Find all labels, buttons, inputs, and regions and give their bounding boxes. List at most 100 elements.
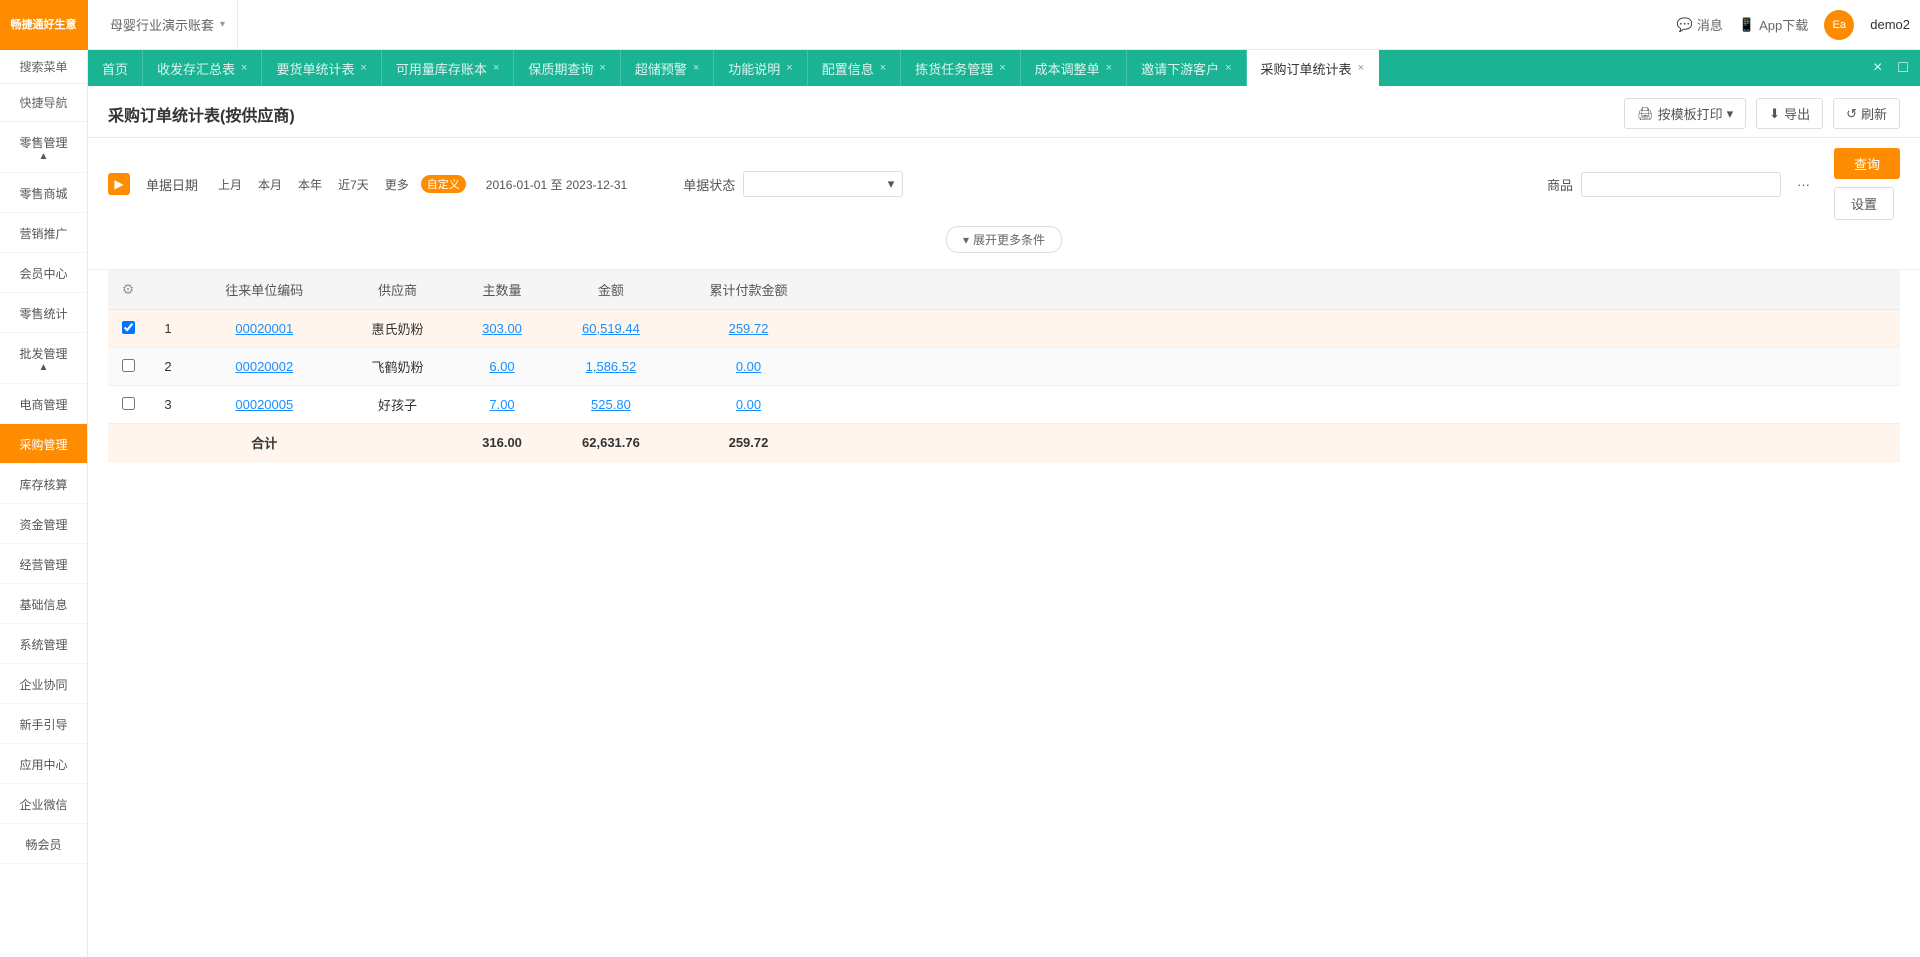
expand-more-conditions-button[interactable]: ▾ 展开更多条件 [946,226,1062,253]
sidebar-item-enterprise-collab[interactable]: 企业协同 [0,664,87,704]
sidebar-quick-nav[interactable]: 快捷导航 [0,84,87,122]
cell-amount-1[interactable]: 60,519.44 [550,310,672,348]
status-arrow-icon: ▾ [888,176,895,192]
row-checkbox-3[interactable] [122,397,135,410]
tab-config-info[interactable]: 配置信息× [808,50,901,86]
date-shortcut-more[interactable]: 更多 [381,174,413,195]
sidebar-item-app-center[interactable]: 应用中心 [0,744,87,784]
close-all-tabs-button[interactable]: × [1869,57,1886,79]
row-checkbox-2[interactable] [122,359,135,372]
refresh-button[interactable]: ↺ 刷新 [1833,98,1900,129]
row-checkbox-1[interactable] [122,321,135,334]
filter-toggle-button[interactable]: ▶ [108,173,130,195]
top-nav: 母婴行业演示账套 ▾ 💬 消息 📱 App下载 Ea demo2 [88,0,1920,50]
tab-cost-adjustment[interactable]: 成本调整单× [1021,50,1127,86]
sidebar-item-wholesale-management[interactable]: 批发管理▲ [0,333,87,384]
sidebar-item-label-retail-mall: 零售商城 [19,185,67,202]
template-print-button[interactable]: 🖨 按模板打印 ▾ [1624,98,1746,129]
cell-code-2[interactable]: 00020002 [188,348,341,386]
page-content: 采购订单统计表(按供应商) 🖨 按模板打印 ▾ ⬇ 导出 ↺ 刷新 [88,86,1920,957]
sidebar-item-finance[interactable]: 资金管理 [0,504,87,544]
sidebar-item-member-center[interactable]: 会员中心 [0,253,87,293]
tab-close-goods-summary[interactable]: × [360,62,366,74]
sidebar-item-purchase-management[interactable]: 采购管理 [0,424,87,464]
sidebar-item-operation[interactable]: 经营管理 [0,544,87,584]
sidebar-item-inventory[interactable]: 库存核算 [0,464,87,504]
cell-quantity-3[interactable]: 7.00 [454,386,549,424]
tab-purchase-order-summary[interactable]: 采购订单统计表× [1247,50,1379,86]
tab-picking-tasks[interactable]: 拣货任务管理× [901,50,1020,86]
cell-checkbox-3[interactable] [108,386,148,424]
sidebar-item-marketing[interactable]: 营销推广 [0,213,87,253]
sidebar-item-member[interactable]: 畅会员 [0,824,87,864]
tab-overstock-warning[interactable]: 超储预警× [621,50,714,86]
tab-receive-summary[interactable]: 收发存汇总表× [143,50,262,86]
table-row[interactable]: 3 00020005 好孩子 7.00 525.80 0.00 [108,386,1900,424]
tab-close-available-inventory[interactable]: × [493,62,499,74]
query-button[interactable]: 查询 [1834,148,1900,179]
sidebar-item-label-ecommerce: 电商管理 [19,396,67,413]
cell-checkbox-2[interactable] [108,348,148,386]
goods-input[interactable] [1581,172,1781,197]
cell-code-3[interactable]: 00020005 [188,386,341,424]
sidebar-item-system[interactable]: 系统管理 [0,624,87,664]
restore-window-button[interactable]: □ [1894,57,1912,79]
cell-payment-3[interactable]: 0.00 [672,386,825,424]
sidebar-item-retail-management[interactable]: 零售管理▲ [0,122,87,173]
tab-close-cost-adjustment[interactable]: × [1106,62,1112,74]
cell-payment-2[interactable]: 0.00 [672,348,825,386]
cell-amount-3[interactable]: 525.80 [550,386,672,424]
tab-close-overstock-warning[interactable]: × [693,62,699,74]
tab-close-invite-downstream[interactable]: × [1225,62,1231,74]
sidebar-item-ecommerce[interactable]: 电商管理 [0,384,87,424]
export-button[interactable]: ⬇ 导出 [1756,98,1823,129]
date-shortcut-this-month[interactable]: 本月 [254,174,286,195]
column-settings-icon[interactable]: ⚙ [122,281,135,297]
search-menu-label[interactable]: 搜索菜单 [19,58,67,75]
sidebar-item-retail-stats[interactable]: 零售统计 [0,293,87,333]
filter-status: 单据状态 ▾ [683,171,903,197]
tab-function-desc[interactable]: 功能说明× [714,50,807,86]
tab-close-picking-tasks[interactable]: × [999,62,1005,74]
sidebar-item-enterprise-wechat[interactable]: 企业微信 [0,784,87,824]
tab-label-available-inventory: 可用量库存账本 [396,59,487,78]
cell-payment-1[interactable]: 259.72 [672,310,825,348]
tab-goods-summary[interactable]: 要货单统计表× [262,50,381,86]
tab-home[interactable]: 首页 [88,50,143,86]
goods-more-button[interactable]: ··· [1789,173,1818,196]
date-shortcut-last-month[interactable]: 上月 [214,174,246,195]
settings-button[interactable]: 设置 [1834,187,1894,220]
workspace-selector[interactable]: 母婴行业演示账套 ▾ [98,0,238,49]
date-shortcut-this-year[interactable]: 本年 [294,174,326,195]
sidebar-search[interactable]: 搜索菜单 [0,50,87,84]
cell-checkbox-1[interactable] [108,310,148,348]
date-shortcut-7days[interactable]: 近7天 [334,174,373,195]
tab-invite-downstream[interactable]: 邀请下游客户× [1127,50,1246,86]
sidebar-item-new-guide[interactable]: 新手引导 [0,704,87,744]
app-download-button[interactable]: 📱 App下载 [1739,15,1808,34]
cell-amount-2[interactable]: 1,586.52 [550,348,672,386]
tab-close-purchase-order-summary[interactable]: × [1358,62,1364,74]
expand-icon: ▾ [963,233,969,247]
cell-quantity-1[interactable]: 303.00 [454,310,549,348]
tab-available-inventory[interactable]: 可用量库存账本 × [382,50,514,86]
sidebar-item-retail-mall[interactable]: 零售商城 [0,173,87,213]
user-name[interactable]: demo2 [1870,17,1910,32]
tab-close-expiry-query[interactable]: × [599,62,605,74]
th-seq [148,270,188,310]
th-settings[interactable]: ⚙ [108,270,148,310]
table-row[interactable]: 1 00020001 惠氏奶粉 303.00 60,519.44 259.72 [108,310,1900,348]
tab-close-function-desc[interactable]: × [786,62,792,74]
quick-nav-label[interactable]: 快捷导航 [19,90,67,115]
sidebar-item-basic-info[interactable]: 基础信息 [0,584,87,624]
message-button[interactable]: 💬 消息 [1677,15,1723,34]
cell-quantity-2[interactable]: 6.00 [454,348,549,386]
cell-code-1[interactable]: 00020001 [188,310,341,348]
tab-close-receive-summary[interactable]: × [241,62,247,74]
table-row[interactable]: 2 00020002 飞鹤奶粉 6.00 1,586.52 0.00 [108,348,1900,386]
tab-expiry-query[interactable]: 保质期查询× [514,50,620,86]
date-custom-badge[interactable]: 自定义 [421,175,466,193]
th-main-quantity: 主数量 [454,270,549,310]
status-select[interactable]: ▾ [743,171,903,197]
tab-close-config-info[interactable]: × [880,62,886,74]
